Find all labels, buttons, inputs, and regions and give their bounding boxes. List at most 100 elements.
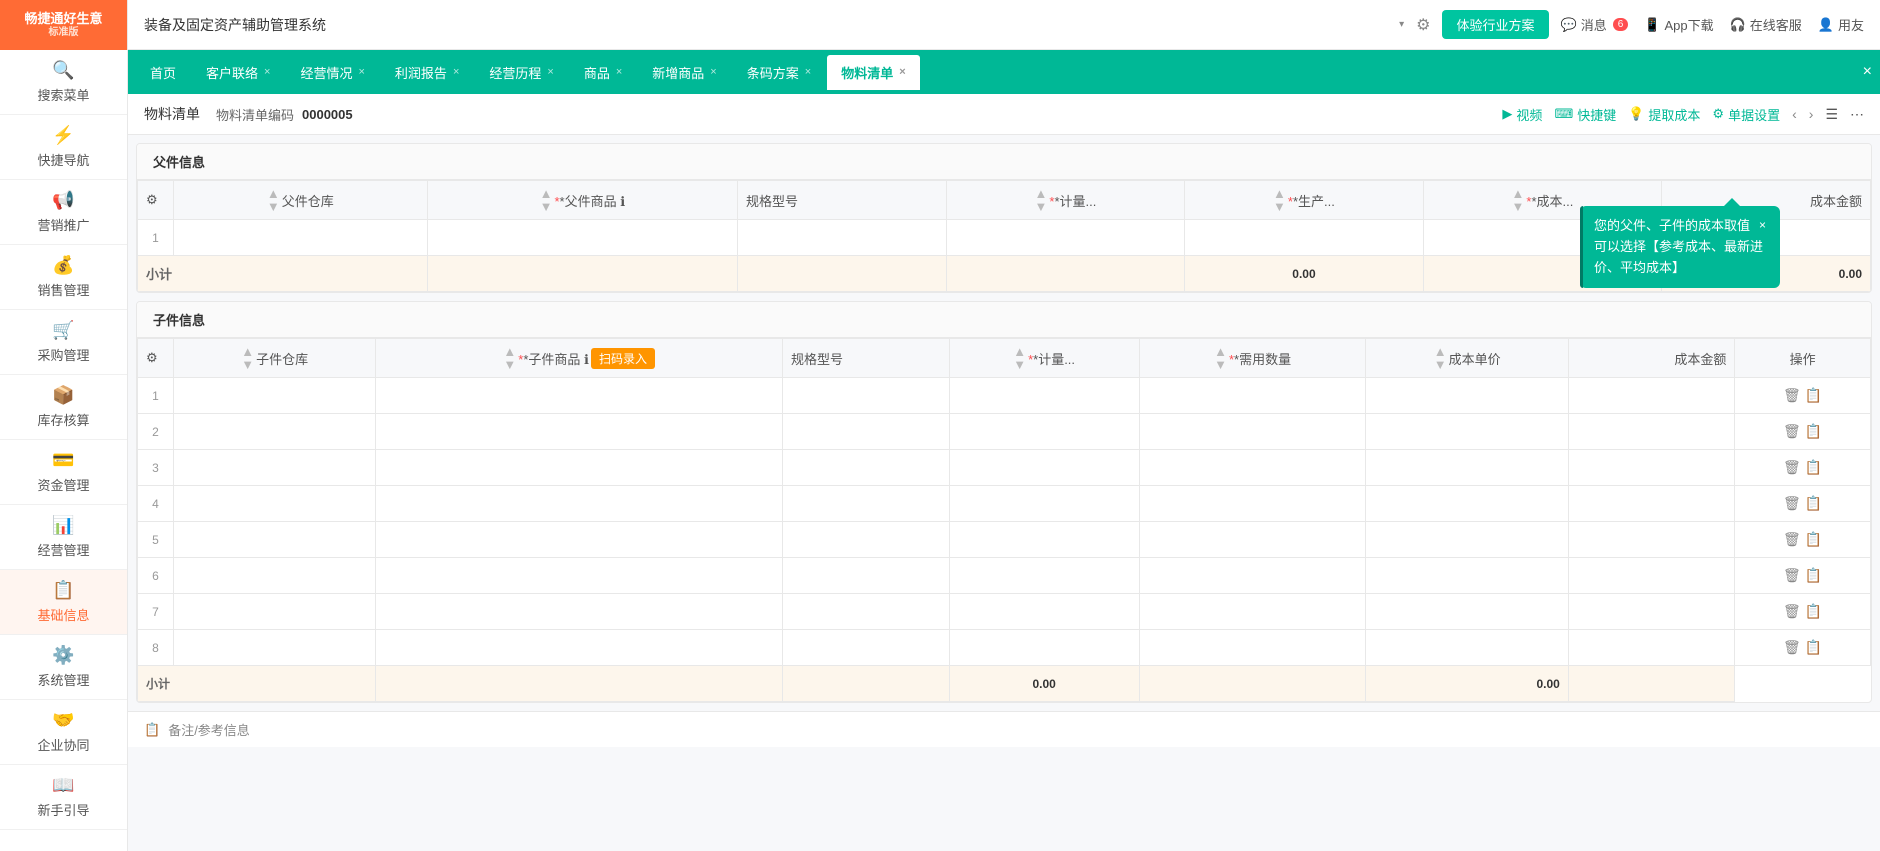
parent-production-cell[interactable] (1185, 220, 1423, 256)
sidebar-item-purchase[interactable]: 🛒 采购管理 (0, 310, 127, 375)
sidebar-item-quick-nav[interactable]: ⚡ 快捷导航 (0, 115, 127, 180)
child-warehouse-cell[interactable] (174, 594, 376, 630)
sidebar-item-system[interactable]: ⚙️ 系统管理 (0, 635, 127, 700)
child-unit-cell[interactable] (949, 378, 1139, 414)
child-unit-cost-cell[interactable] (1366, 522, 1568, 558)
tab-profit-close[interactable]: × (453, 66, 459, 78)
child-qty-cell[interactable] (1139, 522, 1366, 558)
child-spec-cell[interactable] (783, 378, 949, 414)
tab-barcode[interactable]: 条码方案 × (733, 55, 825, 90)
close-all-tabs-button[interactable]: × (1863, 63, 1872, 81)
tooltip-close-button[interactable]: × (1759, 216, 1766, 235)
child-warehouse-cell[interactable] (174, 414, 376, 450)
child-goods-cell[interactable] (376, 558, 783, 594)
tab-new-goods[interactable]: 新增商品 × (638, 55, 730, 90)
child-unit-cost-cell[interactable] (1366, 450, 1568, 486)
child-unit-cost-cell[interactable] (1366, 486, 1568, 522)
child-unit-sort[interactable]: ▲▼ (1013, 345, 1026, 371)
child-goods-cell[interactable] (376, 378, 783, 414)
settings-gear-button[interactable]: ⚙ (1416, 15, 1430, 35)
child-warehouse-cell[interactable] (174, 378, 376, 414)
child-goods-cell[interactable] (376, 594, 783, 630)
sidebar-item-collab[interactable]: 🤝 企业协同 (0, 700, 127, 765)
app-download-button[interactable]: 📱 App下载 (1644, 15, 1713, 34)
child-unit-cell[interactable] (949, 450, 1139, 486)
tab-bom-close[interactable]: × (899, 66, 905, 78)
sidebar-item-search[interactable]: 🔍 搜索菜单 (0, 50, 127, 115)
delete-row-icon[interactable]: 🗑 (1783, 567, 1801, 584)
child-goods-cell[interactable] (376, 486, 783, 522)
single-setting-button[interactable]: ⚙ 单据设置 (1712, 105, 1780, 124)
list-view-button[interactable]: ☰ (1825, 106, 1838, 123)
tab-customer-close[interactable]: × (264, 66, 270, 78)
child-unit-cost-cell[interactable] (1366, 414, 1568, 450)
child-goods-cell[interactable] (376, 450, 783, 486)
copy-row-icon[interactable]: 📋 (1805, 495, 1822, 512)
copy-row-icon[interactable]: 📋 (1805, 387, 1822, 404)
child-qty-cell[interactable] (1139, 630, 1366, 666)
parent-goods-cell[interactable] (427, 220, 737, 256)
goods-sort[interactable]: ▲▼ (540, 187, 553, 213)
child-unit-cell[interactable] (949, 558, 1139, 594)
child-unit-cell[interactable] (949, 630, 1139, 666)
tab-barcode-close[interactable]: × (805, 66, 811, 78)
system-dropdown-arrow[interactable]: ▾ (1399, 19, 1404, 30)
scan-input-button[interactable]: 扫码录入 (591, 348, 655, 369)
child-spec-cell[interactable] (783, 450, 949, 486)
parent-col-settings[interactable]: ⚙ (138, 181, 174, 220)
child-warehouse-cell[interactable] (174, 450, 376, 486)
shortcut-button[interactable]: ⌨ 快捷键 (1554, 105, 1616, 124)
child-spec-cell[interactable] (783, 486, 949, 522)
tab-bom[interactable]: 物料清单 × (827, 55, 919, 90)
tab-goods-close[interactable]: × (616, 66, 622, 78)
child-warehouse-sort[interactable]: ▲▼ (241, 345, 254, 371)
child-goods-cell[interactable] (376, 630, 783, 666)
copy-row-icon[interactable]: 📋 (1805, 639, 1822, 656)
child-spec-cell[interactable] (783, 630, 949, 666)
parent-warehouse-cell[interactable] (174, 220, 428, 256)
tab-profit[interactable]: 利润报告 × (381, 55, 473, 90)
child-spec-cell[interactable] (783, 594, 949, 630)
child-goods-cell[interactable] (376, 522, 783, 558)
parent-unit-cell[interactable] (946, 220, 1184, 256)
child-unit-cost-cell[interactable] (1366, 594, 1568, 630)
child-goods-cell[interactable] (376, 414, 783, 450)
child-qty-cell[interactable] (1139, 594, 1366, 630)
sidebar-item-inventory[interactable]: 📦 库存核算 (0, 375, 127, 440)
sidebar-item-basic[interactable]: 📋 基础信息 (0, 570, 127, 635)
child-qty-cell[interactable] (1139, 414, 1366, 450)
delete-row-icon[interactable]: 🗑 (1783, 387, 1801, 404)
sidebar-item-marketing[interactable]: 📢 营销推广 (0, 180, 127, 245)
tab-history-close[interactable]: × (547, 66, 553, 78)
tab-new-goods-close[interactable]: × (710, 66, 716, 78)
child-unit-cost-cell[interactable] (1366, 630, 1568, 666)
tab-operation-close[interactable]: × (358, 66, 364, 78)
next-record-button[interactable]: › (1809, 106, 1814, 122)
child-unit-cell[interactable] (949, 594, 1139, 630)
sidebar-item-guide[interactable]: 📖 新手引导 (0, 765, 127, 830)
child-unit-cell[interactable] (949, 414, 1139, 450)
child-spec-cell[interactable] (783, 522, 949, 558)
child-warehouse-cell[interactable] (174, 522, 376, 558)
online-service-button[interactable]: 🎧 在线客服 (1730, 15, 1802, 34)
child-qty-cell[interactable] (1139, 558, 1366, 594)
child-warehouse-cell[interactable] (174, 486, 376, 522)
sidebar-item-sales[interactable]: 💰 销售管理 (0, 245, 127, 310)
child-warehouse-cell[interactable] (174, 558, 376, 594)
child-warehouse-cell[interactable] (174, 630, 376, 666)
child-unit-cost-sort[interactable]: ▲▼ (1434, 345, 1447, 371)
tab-operation[interactable]: 经营情况 × (286, 55, 378, 90)
child-goods-sort[interactable]: ▲▼ (503, 345, 516, 371)
copy-row-icon[interactable]: 📋 (1805, 423, 1822, 440)
child-qty-cell[interactable] (1139, 450, 1366, 486)
prev-record-button[interactable]: ‹ (1792, 106, 1797, 122)
copy-row-icon[interactable]: 📋 (1805, 531, 1822, 548)
tab-home[interactable]: 首页 (136, 55, 190, 90)
message-button[interactable]: 💬 消息 6 (1561, 15, 1629, 34)
tab-customer[interactable]: 客户联络 × (192, 55, 284, 90)
tab-history[interactable]: 经营历程 × (475, 55, 567, 90)
view-video-button[interactable]: ▶ 视频 (1502, 105, 1542, 124)
sidebar-item-ops[interactable]: 📊 经营管理 (0, 505, 127, 570)
unit-sort[interactable]: ▲▼ (1035, 187, 1048, 213)
production-sort[interactable]: ▲▼ (1273, 187, 1286, 213)
